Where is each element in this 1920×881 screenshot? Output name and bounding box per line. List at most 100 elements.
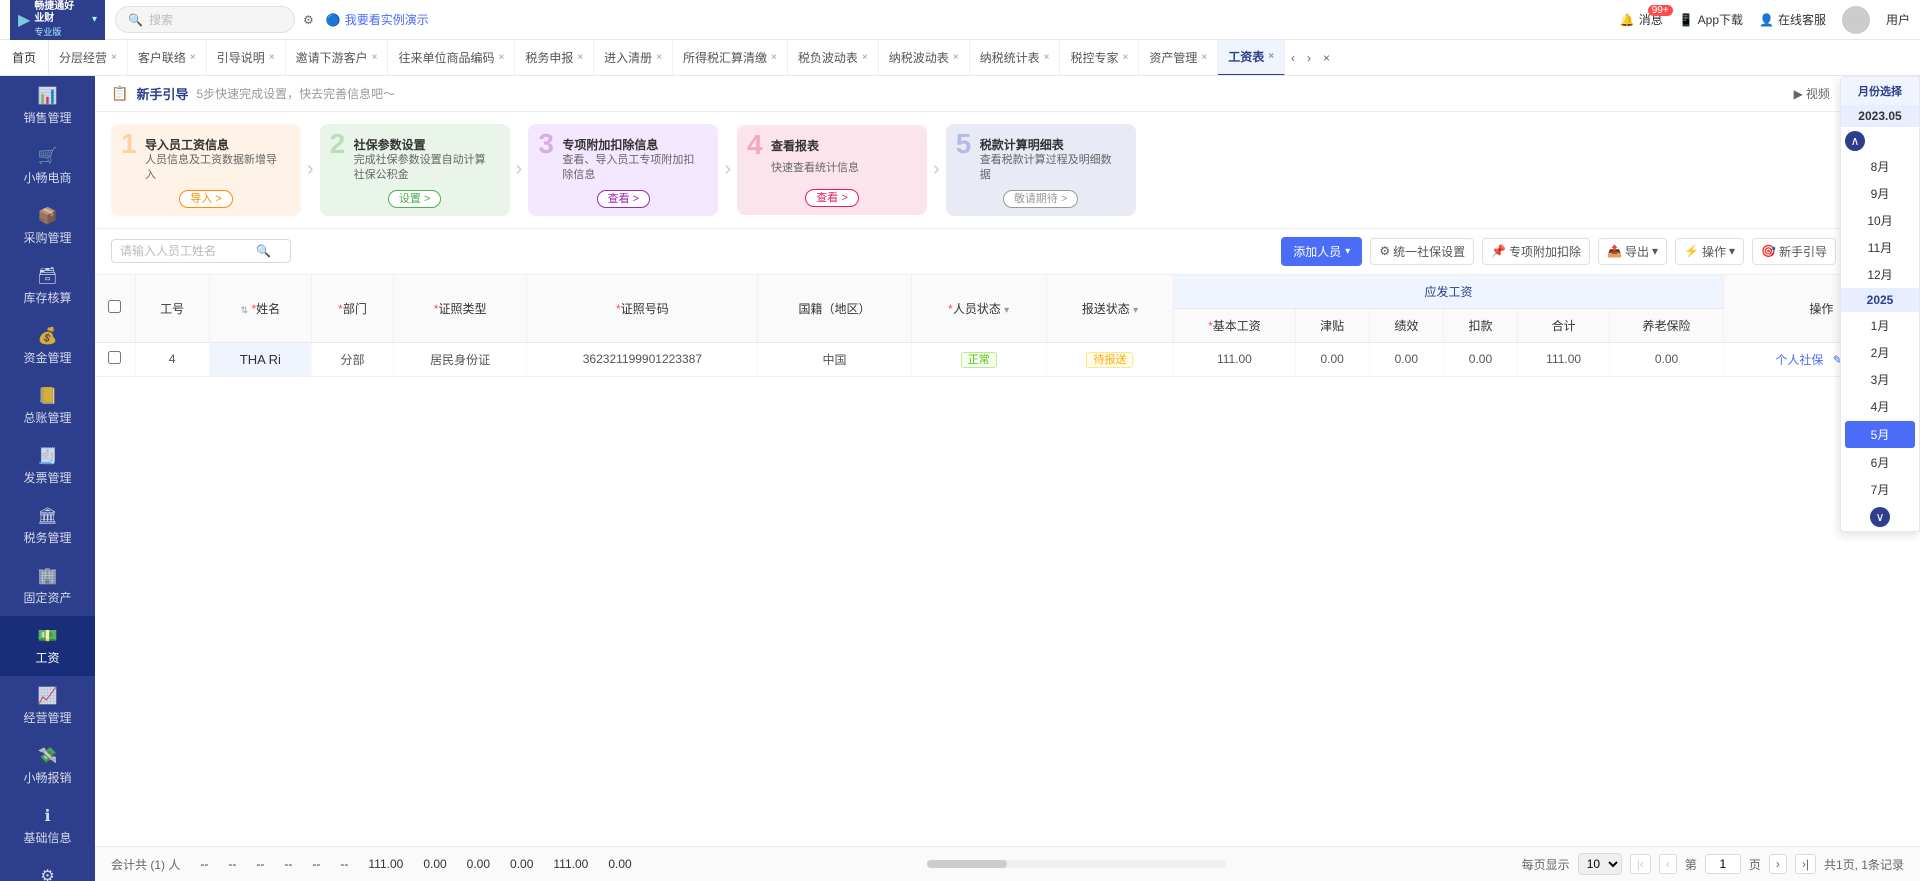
next-page-button[interactable]: › bbox=[1769, 854, 1787, 874]
tab-进入清册[interactable]: 进入清册 × bbox=[594, 40, 673, 76]
tab-纳税波动表[interactable]: 纳税波动表 × bbox=[879, 40, 970, 76]
close-icon[interactable]: × bbox=[1268, 51, 1274, 62]
tab-分层经营[interactable]: 分层经营 × bbox=[49, 40, 128, 76]
step-btn-inner-3[interactable]: 查看 > bbox=[597, 190, 650, 208]
tab-工资表[interactable]: 工资表 × bbox=[1218, 40, 1285, 76]
last-page-button[interactable]: ›| bbox=[1795, 854, 1816, 874]
add-person-button[interactable]: 添加人员 ▾ bbox=[1281, 237, 1362, 266]
tab-客户联络[interactable]: 客户联络 × bbox=[128, 40, 207, 76]
step-btn-inner-1[interactable]: 导入 > bbox=[179, 190, 232, 208]
search-box[interactable]: 🔍 bbox=[111, 239, 291, 263]
sidebar-item-税务管理[interactable]: 🏛 税务管理 bbox=[0, 496, 95, 556]
close-icon[interactable]: × bbox=[498, 52, 504, 63]
sidebar-item-采购管理[interactable]: 📦 采购管理 bbox=[0, 196, 95, 256]
toolbar-social-insurance[interactable]: ⚙ 统一社保设置 bbox=[1370, 238, 1474, 265]
search-input[interactable] bbox=[120, 244, 250, 258]
tab-税负波动表[interactable]: 税负波动表 × bbox=[788, 40, 879, 76]
month-item-6[interactable]: 6月 bbox=[1841, 449, 1919, 476]
tab-资产管理[interactable]: 资产管理 × bbox=[1139, 40, 1218, 76]
tab-往来单位商品编码[interactable]: 往来单位商品编码 × bbox=[388, 40, 515, 76]
prev-page-button[interactable]: ‹ bbox=[1659, 854, 1677, 874]
month-item-7[interactable]: 7月 bbox=[1841, 476, 1919, 503]
step-btn-1[interactable]: 导入 > bbox=[179, 190, 232, 206]
tab-引导说明[interactable]: 引导说明 × bbox=[207, 40, 286, 76]
close-icon[interactable]: × bbox=[953, 52, 959, 63]
nav-next-arrow[interactable]: › bbox=[1301, 51, 1317, 65]
sidebar-item-发票管理[interactable]: 🧾 发票管理 bbox=[0, 436, 95, 496]
filter-icon-status[interactable]: ▾ bbox=[1004, 305, 1009, 316]
month-panel-up-button[interactable]: ∧ bbox=[1845, 131, 1865, 151]
month-item-3[interactable]: 3月 bbox=[1841, 366, 1919, 393]
close-all-tabs[interactable]: × bbox=[1317, 51, 1336, 65]
step-btn-4[interactable]: 查看 > bbox=[805, 189, 858, 205]
tab-home[interactable]: 首页 bbox=[0, 40, 49, 76]
close-icon[interactable]: × bbox=[1044, 52, 1050, 63]
sidebar-item-小畅报销[interactable]: 💸 小畅报销 bbox=[0, 736, 95, 796]
sidebar-item-总账管理[interactable]: 📒 总账管理 bbox=[0, 376, 95, 436]
toolbar-operation[interactable]: ⚡ 操作 ▾ bbox=[1675, 238, 1744, 265]
demo-link[interactable]: 🔵 我要看实例演示 bbox=[326, 11, 429, 28]
step-btn-inner-4[interactable]: 查看 > bbox=[805, 189, 858, 207]
close-icon[interactable]: × bbox=[372, 52, 378, 63]
guide-video-link[interactable]: ▶ 视频 bbox=[1794, 85, 1830, 102]
nav-prev-arrow[interactable]: ‹ bbox=[1285, 51, 1301, 65]
close-icon[interactable]: × bbox=[1122, 52, 1128, 63]
row-checkbox[interactable] bbox=[108, 351, 121, 364]
sidebar-item-基础信息[interactable]: ℹ 基础信息 bbox=[0, 796, 95, 856]
sidebar-item-经营管理[interactable]: 📈 经营管理 bbox=[0, 676, 95, 736]
first-page-button[interactable]: |‹ bbox=[1630, 854, 1651, 874]
month-item-4[interactable]: 4月 bbox=[1841, 393, 1919, 420]
toolbar-export[interactable]: 📤 导出 ▾ bbox=[1598, 238, 1667, 265]
sidebar-item-小畅电商[interactable]: 🛒 小畅电商 bbox=[0, 136, 95, 196]
close-icon[interactable]: × bbox=[577, 52, 583, 63]
top-search-box[interactable]: 🔍 搜索 bbox=[115, 6, 295, 33]
tab-税务申报[interactable]: 税务申报 × bbox=[515, 40, 594, 76]
step-btn-5[interactable]: 敬请期待 > bbox=[1003, 190, 1078, 206]
close-icon[interactable]: × bbox=[190, 52, 196, 63]
close-icon[interactable]: × bbox=[862, 52, 868, 63]
close-icon[interactable]: × bbox=[656, 52, 662, 63]
toolbar-special-deduction[interactable]: 📌 专项附加扣除 bbox=[1482, 238, 1590, 265]
month-panel-down-button[interactable]: ∨ bbox=[1870, 507, 1890, 527]
close-icon[interactable]: × bbox=[111, 52, 117, 63]
step-btn-inner-2[interactable]: 设置 > bbox=[388, 190, 441, 208]
page-size-select[interactable]: 10 20 50 bbox=[1578, 853, 1622, 875]
online-service-button[interactable]: 👤 在线客服 bbox=[1759, 11, 1826, 28]
toolbar-guide[interactable]: 🎯 新手引导 bbox=[1752, 238, 1836, 265]
notification-button[interactable]: 🔔 消息 99+ bbox=[1620, 11, 1663, 28]
app-download-button[interactable]: 📱 App下载 bbox=[1679, 11, 1743, 28]
month-item-10[interactable]: 10月 bbox=[1841, 207, 1919, 234]
month-item-9[interactable]: 9月 bbox=[1841, 180, 1919, 207]
page-number-input[interactable] bbox=[1705, 854, 1741, 874]
close-icon[interactable]: × bbox=[771, 52, 777, 63]
sidebar-item-库存核算[interactable]: 🗃 库存核算 bbox=[0, 256, 95, 316]
step-btn-inner-5[interactable]: 敬请期待 > bbox=[1003, 190, 1078, 208]
dropdown-icon[interactable]: ▾ bbox=[92, 14, 97, 25]
tab-税控专家[interactable]: 税控专家 × bbox=[1060, 40, 1139, 76]
action-personal-insurance[interactable]: 个人社保 bbox=[1775, 353, 1823, 367]
sidebar-item-工资[interactable]: 💵 工资 bbox=[0, 616, 95, 676]
scrollbar-thumb[interactable] bbox=[927, 860, 1007, 868]
horizontal-scrollbar[interactable] bbox=[927, 860, 1227, 868]
month-item-2[interactable]: 2月 bbox=[1841, 339, 1919, 366]
month-item-8[interactable]: 8月 bbox=[1841, 153, 1919, 180]
select-all-checkbox[interactable] bbox=[108, 300, 121, 313]
close-icon[interactable]: × bbox=[1201, 52, 1207, 63]
filter-icon-report[interactable]: ▾ bbox=[1133, 305, 1138, 316]
sidebar-item-系统管理[interactable]: ⚙ 系统管理 bbox=[0, 856, 95, 881]
sidebar-item-销售管理[interactable]: 📊 销售管理 bbox=[0, 76, 95, 136]
month-item-12[interactable]: 12月 bbox=[1841, 261, 1919, 288]
sidebar-item-固定资产[interactable]: 🏢 固定资产 bbox=[0, 556, 95, 616]
month-item-11[interactable]: 11月 bbox=[1841, 234, 1919, 261]
user-name[interactable]: 用户 bbox=[1886, 11, 1910, 28]
sidebar-item-资金管理[interactable]: 💰 资金管理 bbox=[0, 316, 95, 376]
tab-所得税汇算清缴[interactable]: 所得税汇算清缴 × bbox=[673, 40, 788, 76]
avatar[interactable] bbox=[1842, 6, 1870, 34]
month-item-5[interactable]: 5月 bbox=[1845, 421, 1915, 448]
sort-icon-name[interactable]: ⇅ bbox=[241, 305, 249, 315]
step-btn-2[interactable]: 设置 > bbox=[388, 190, 441, 206]
close-icon[interactable]: × bbox=[269, 52, 275, 63]
tab-邀请下游客户[interactable]: 邀请下游客户 × bbox=[286, 40, 389, 76]
step-btn-3[interactable]: 查看 > bbox=[597, 190, 650, 206]
month-item-1[interactable]: 1月 bbox=[1841, 312, 1919, 339]
